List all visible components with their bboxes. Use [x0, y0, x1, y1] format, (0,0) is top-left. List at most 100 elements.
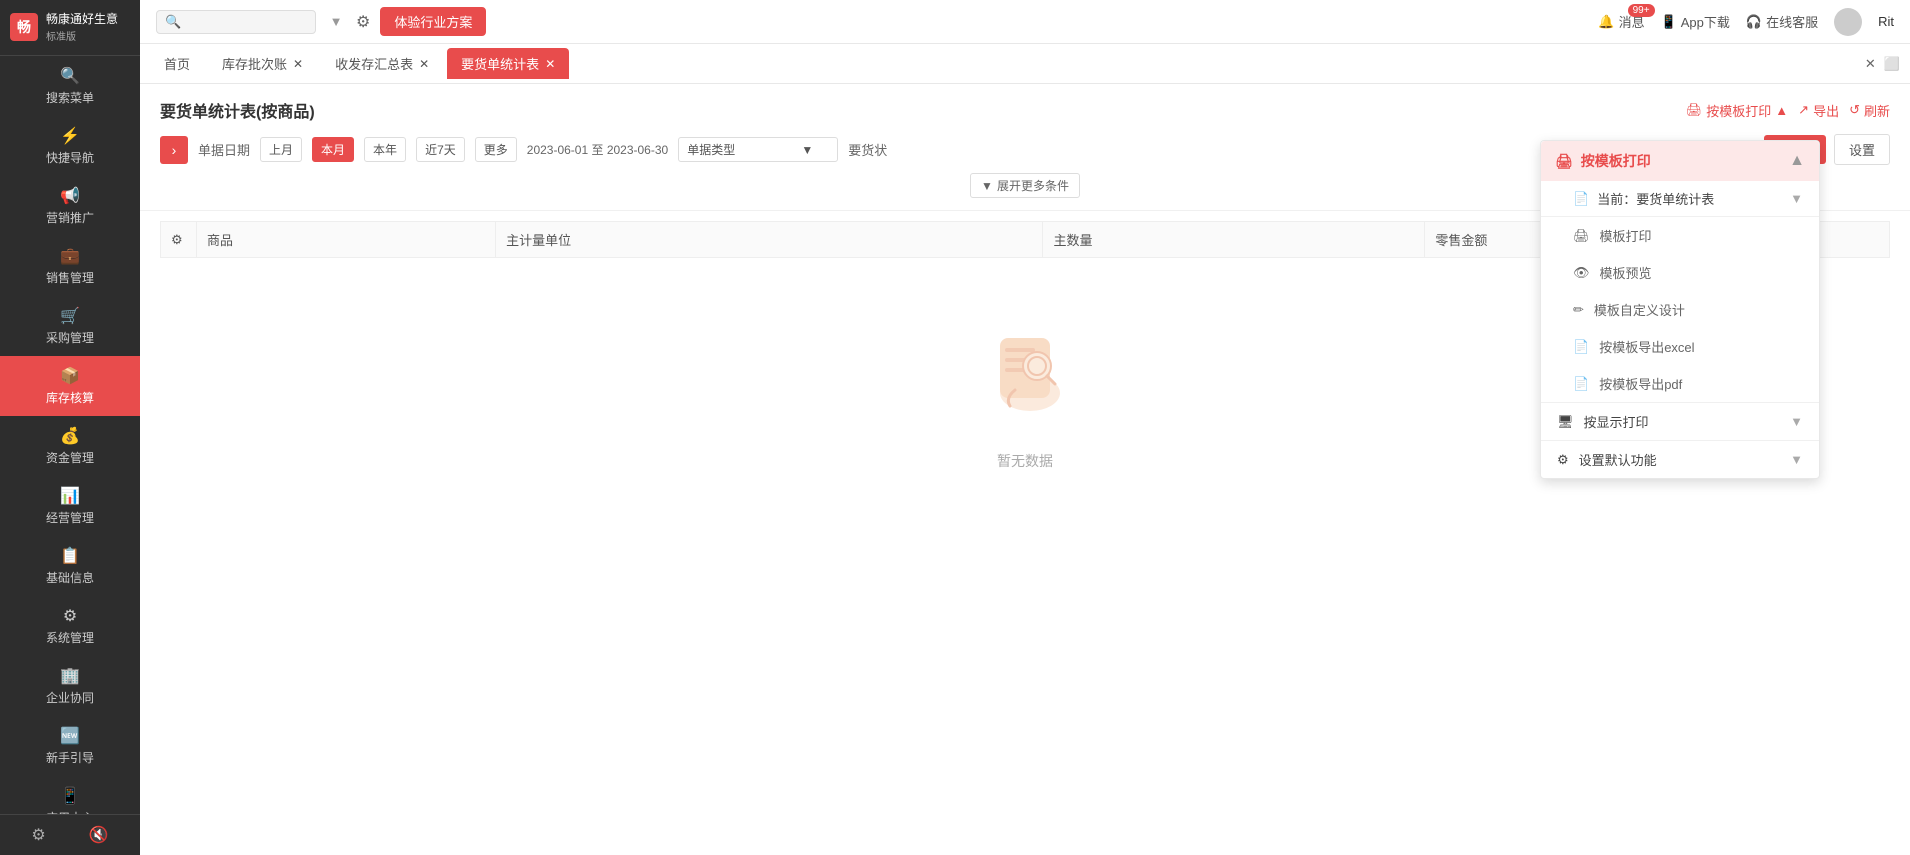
- clipboard-icon: 📋: [60, 546, 80, 566]
- chevron-down-icon: ▼: [801, 143, 813, 157]
- user-avatar[interactable]: [1834, 8, 1862, 36]
- current-template-arrow: ▼: [1790, 191, 1803, 206]
- sidebar-item-basic[interactable]: 📋 基础信息: [0, 536, 140, 596]
- search-icon: 🔍: [165, 14, 181, 30]
- expand-more-btn[interactable]: ▼ 展开更多条件: [970, 173, 1080, 198]
- tab-order-stats[interactable]: 要货单统计表 ✕: [447, 48, 569, 79]
- maximize-window-icon[interactable]: ⬜: [1884, 56, 1900, 72]
- bell-icon: 🔔: [1598, 14, 1614, 30]
- sidebar-item-enterprise[interactable]: 🏢 企业协同: [0, 656, 140, 716]
- template-preview-item[interactable]: 👁 模板预览: [1541, 254, 1819, 291]
- lightning-icon: ⚡: [60, 126, 80, 146]
- refresh-icon: ↺: [1849, 102, 1860, 118]
- set-default-item[interactable]: ⚙ 设置默认功能 ▼: [1541, 441, 1819, 478]
- page-actions: 🖨 按模板打印 ▲ ↗ 导出 ↺ 刷新: [1686, 101, 1890, 120]
- eye-icon: 👁: [1573, 265, 1590, 281]
- sidebar-item-system[interactable]: ⚙ 系统管理: [0, 596, 140, 656]
- th-unit: 主计量单位: [496, 222, 1043, 258]
- app-download-btn[interactable]: 📱 App下载: [1661, 12, 1730, 31]
- username-label: Rit: [1878, 14, 1894, 29]
- sidebar-item-finance[interactable]: 💰 资金管理: [0, 416, 140, 476]
- settings-btn[interactable]: 设置: [1834, 134, 1890, 165]
- refresh-btn[interactable]: ↺ 刷新: [1849, 101, 1890, 120]
- topbar-dropdown-arrow[interactable]: ▼: [326, 14, 346, 29]
- export-icon: ↗: [1798, 102, 1809, 118]
- dropdown-default-section: ⚙ 设置默认功能 ▼: [1541, 440, 1819, 478]
- date-range-display: 2023-06-01 至 2023-06-30: [527, 141, 668, 158]
- sidebar: 畅 畅康通好生意 标准版 🔍 搜索菜单 ⚡ 快捷导航 📢 营销推广 💼 销售管理…: [0, 0, 140, 855]
- dropdown-header: 🖨 按模板打印 ▲: [1541, 141, 1819, 181]
- sidebar-item-purchase[interactable]: 🛒 采购管理: [0, 296, 140, 356]
- th-settings[interactable]: ⚙: [161, 222, 197, 258]
- export-btn[interactable]: ↗ 导出: [1798, 101, 1839, 120]
- tab-home[interactable]: 首页: [150, 48, 204, 79]
- volume-icon[interactable]: 🔇: [89, 825, 109, 845]
- page-header: 要货单统计表(按商品) 🖨 按模板打印 ▲ ↗ 导出 ↺ 刷新: [140, 84, 1910, 122]
- mobile-icon: 📱: [60, 786, 80, 806]
- chart-icon: 📊: [60, 486, 80, 506]
- order-status-label: 要货状: [848, 140, 887, 159]
- tab-close-receivable-summary[interactable]: ✕: [419, 57, 429, 71]
- logo-text: 畅康通好生意 标准版: [46, 12, 118, 43]
- template-export-pdf-item[interactable]: 📄 按模板导出pdf: [1541, 365, 1819, 402]
- document-icon: 📄: [1573, 191, 1589, 207]
- dropdown-title-group: 🖨 按模板打印: [1555, 151, 1651, 171]
- sidebar-item-apps[interactable]: 📱 应用中心: [0, 776, 140, 814]
- sidebar-item-operations[interactable]: 📊 经营管理: [0, 476, 140, 536]
- print-dropdown-menu: 🖨 按模板打印 ▲ 📄 当前：要货单统计表 ▼ 🖨 模板打印 👁 模板预览 ✏ …: [1540, 140, 1820, 479]
- template-export-excel-item[interactable]: 📄 按模板导出excel: [1541, 328, 1819, 365]
- topbar: 🔍 ▼ ⚙ 体验行业方案 🔔 消息 99+ 📱 App下载 🎧 在线客服 Rit: [140, 0, 1910, 44]
- print-dropdown-arrow: ▲: [1775, 103, 1788, 118]
- date-more-btn[interactable]: 更多: [475, 137, 517, 162]
- template-print-item[interactable]: 🖨 模板打印: [1541, 217, 1819, 254]
- sidebar-item-search[interactable]: 🔍 搜索菜单: [0, 56, 140, 116]
- experience-btn[interactable]: 体验行业方案: [380, 7, 486, 36]
- dropdown-close-btn[interactable]: ▲: [1789, 152, 1805, 170]
- edit-icon: ✏: [1573, 302, 1584, 318]
- sidebar-item-sales[interactable]: 💼 销售管理: [0, 236, 140, 296]
- sidebar-item-marketing[interactable]: 📢 营销推广: [0, 176, 140, 236]
- avatar-img: [1834, 8, 1862, 36]
- sidebar-logo: 畅 畅康通好生意 标准版: [0, 0, 140, 56]
- settings-icon[interactable]: ⚙: [31, 825, 45, 845]
- date-this-year-btn[interactable]: 本年: [364, 137, 406, 162]
- topbar-settings-icon[interactable]: ⚙: [356, 12, 370, 32]
- search-input[interactable]: [187, 15, 307, 29]
- close-window-icon[interactable]: ✕: [1865, 56, 1876, 72]
- sidebar-bottom: ⚙ 🔇: [0, 814, 140, 855]
- filter-expand-icon[interactable]: ›: [160, 136, 188, 164]
- logo-icon: 畅: [10, 13, 38, 41]
- pdf-icon: 📄: [1573, 376, 1589, 392]
- briefcase-icon: 💼: [60, 246, 80, 266]
- empty-illustration: [975, 318, 1075, 437]
- sidebar-scroll: 🔍 搜索菜单 ⚡ 快捷导航 📢 营销推广 💼 销售管理 🛒 采购管理 📦 库存核…: [0, 56, 140, 814]
- online-service-btn[interactable]: 🎧 在线客服: [1746, 12, 1818, 31]
- topbar-right: 🔔 消息 99+ 📱 App下载 🎧 在线客服 Rit: [1598, 8, 1894, 36]
- order-type-select[interactable]: 单据类型 ▼: [678, 137, 838, 162]
- th-quantity: 主数量: [1043, 222, 1425, 258]
- topbar-search-box[interactable]: 🔍: [156, 10, 316, 34]
- gear-icon: ⚙: [63, 606, 77, 626]
- date-7days-btn[interactable]: 近7天: [416, 137, 465, 162]
- mobile-icon: 📱: [1661, 14, 1677, 30]
- dropdown-current-template[interactable]: 📄 当前：要货单统计表 ▼: [1541, 181, 1819, 216]
- sidebar-item-quick-nav[interactable]: ⚡ 快捷导航: [0, 116, 140, 176]
- printer-icon-2: 🖨: [1573, 228, 1590, 244]
- tab-close-order-stats[interactable]: ✕: [545, 57, 555, 71]
- date-current-month-btn[interactable]: 本月: [312, 137, 354, 162]
- print-btn[interactable]: 🖨 按模板打印 ▲: [1686, 101, 1788, 120]
- tab-close-inventory-batch[interactable]: ✕: [293, 57, 303, 71]
- date-prev-month-btn[interactable]: 上月: [260, 137, 302, 162]
- column-settings-icon[interactable]: ⚙: [171, 232, 183, 247]
- display-print-item[interactable]: 🖥 按显示打印 ▼: [1541, 403, 1819, 440]
- tab-receivable-summary[interactable]: 收发存汇总表 ✕: [321, 48, 443, 79]
- building-icon: 🏢: [60, 666, 80, 686]
- default-func-icon: ⚙: [1557, 452, 1569, 468]
- sidebar-item-guide[interactable]: 🆕 新手引导: [0, 716, 140, 776]
- empty-icon-svg: [975, 318, 1075, 418]
- sidebar-item-inventory[interactable]: 📦 库存核算: [0, 356, 140, 416]
- template-custom-item[interactable]: ✏ 模板自定义设计: [1541, 291, 1819, 328]
- message-btn[interactable]: 🔔 消息 99+: [1598, 12, 1644, 31]
- tab-inventory-batch[interactable]: 库存批次账 ✕: [208, 48, 317, 79]
- megaphone-icon: 📢: [60, 186, 80, 206]
